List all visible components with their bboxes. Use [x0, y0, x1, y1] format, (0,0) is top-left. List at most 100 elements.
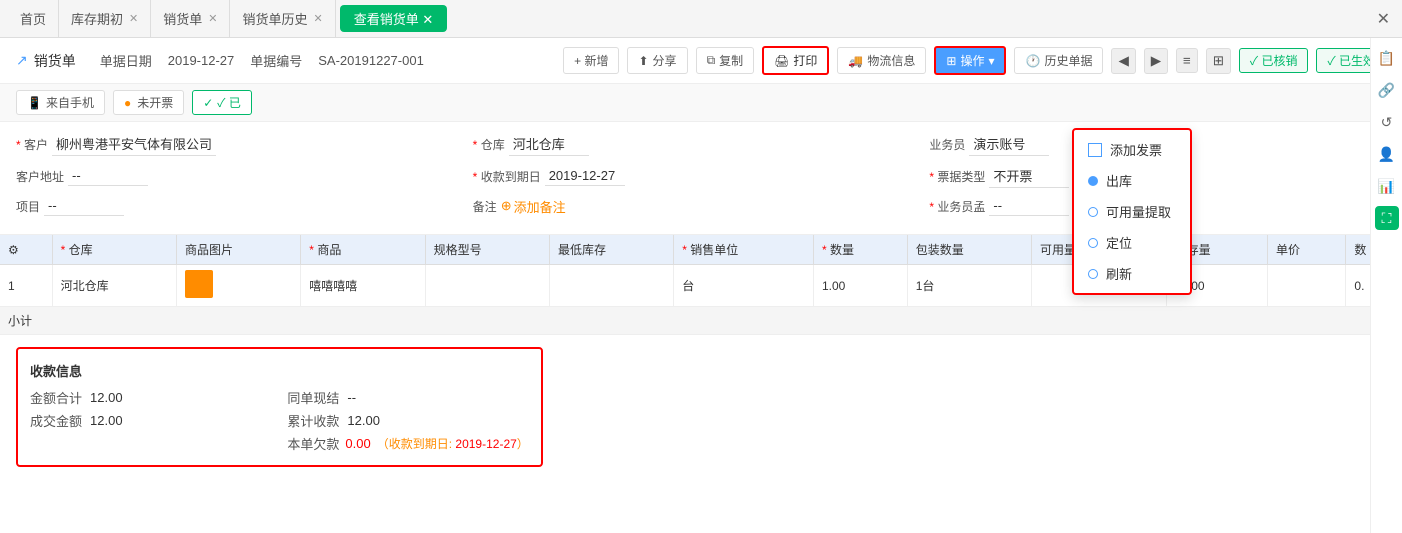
col-qty: 数量	[813, 235, 907, 265]
logistics-button[interactable]: 🚚 物流信息	[837, 47, 926, 74]
print-icon: 🖨	[774, 54, 789, 68]
operate-button[interactable]: ⊞ 操作 ▾	[934, 46, 1006, 75]
amount-total-label: 金额合计	[30, 388, 82, 407]
right-sidebar: 📋 🔗 ↺ 👤 📊 ⛶	[1370, 38, 1402, 533]
refresh-icon	[1088, 269, 1098, 279]
sidebar-chart-icon[interactable]: 📊	[1375, 174, 1399, 198]
sidebar-clipboard-icon[interactable]: 📋	[1375, 46, 1399, 70]
this-due-label: 本单欠款	[287, 434, 339, 453]
close-tab-sales[interactable]: ✕	[208, 12, 217, 25]
col-min-stock: 最低库存	[549, 235, 673, 265]
doc-header: ↗ 销货单 单据日期 2019-12-27 单据编号 SA-20191227-0…	[0, 38, 1402, 84]
staff-value: 演示账号	[969, 132, 1049, 156]
dropdown-out-warehouse[interactable]: 出库	[1074, 165, 1190, 196]
next-button[interactable]: ▶	[1144, 48, 1168, 74]
phone-icon: 📱	[27, 96, 42, 110]
add-invoice-icon	[1088, 143, 1102, 157]
amount-total-value: 12.00	[90, 390, 123, 405]
copy-button[interactable]: ⧉ 复制	[696, 47, 755, 74]
doc-no-label: 单据编号	[250, 51, 302, 70]
doc-date-label: 单据日期	[100, 51, 152, 70]
ticket-value: 不开票	[989, 164, 1069, 188]
toolbar: + 新增 ⬆ 分享 ⧉ 复制 🖨 打印 🚚 物流信息 ⊞ 操作 ▾	[563, 46, 1386, 75]
dropdown-available-qty[interactable]: 可用量提取	[1074, 196, 1190, 227]
accumulated-row: 累计收款 12.00	[287, 411, 528, 430]
customer-field: 客户 柳州粤港平安气体有限公司	[16, 132, 473, 156]
row-img	[176, 265, 300, 307]
sidebar-link-icon[interactable]: 🔗	[1375, 78, 1399, 102]
tab-check-sales[interactable]: 查看销货单 ✕	[340, 5, 448, 32]
address-label: 客户地址	[16, 168, 64, 185]
same-order-value: --	[347, 390, 356, 405]
from-phone-button[interactable]: 📱 来自手机	[16, 90, 105, 115]
row-pkg-qty: 1台	[907, 265, 1031, 307]
grid-view-button[interactable]: ⊞	[1206, 48, 1231, 74]
doc-date-value: 2019-12-27	[168, 53, 235, 68]
subtotal-label: 小计	[0, 307, 1402, 335]
print-button[interactable]: 🖨 打印	[762, 46, 829, 75]
amount-total-row: 金额合计 12.00	[30, 388, 271, 407]
status-sold-badge: ✓ 已核销	[1239, 48, 1309, 73]
dropdown-add-invoice[interactable]: 添加发票	[1074, 134, 1190, 165]
new-button[interactable]: + 新增	[563, 47, 619, 74]
ticket-label: 票据类型	[929, 168, 985, 185]
prev-button[interactable]: ◀	[1111, 48, 1135, 74]
col-img: 商品图片	[176, 235, 300, 265]
sidebar-rotate-icon[interactable]: ↺	[1375, 110, 1399, 134]
action-bar: 📱 来自手机 未开票 ✓ 已	[0, 84, 1402, 122]
col-price: 单价	[1267, 235, 1345, 265]
operate-dropdown: 添加发票 出库 可用量提取 定位 刷新	[1072, 128, 1192, 295]
note-label: 备注	[473, 198, 497, 215]
copy-icon: ⧉	[707, 53, 716, 68]
dropdown-refresh[interactable]: 刷新	[1074, 258, 1190, 289]
project-field: 项目 --	[16, 196, 473, 216]
tab-sales-history[interactable]: 销货单历史 ✕	[230, 0, 335, 37]
close-tab-history[interactable]: ✕	[314, 12, 323, 25]
due-date-label: 收款到期日	[473, 168, 541, 185]
this-due-note: （收款到期日: 2019-12-27）	[377, 435, 529, 452]
col-settings[interactable]: ⚙	[0, 235, 52, 265]
transaction-label: 成交金额	[30, 411, 82, 430]
row-warehouse: 河北仓库	[52, 265, 176, 307]
note-field[interactable]: 备注 添加备注	[473, 197, 930, 216]
staff-label: 业务员	[929, 136, 965, 153]
add-note-button[interactable]: 添加备注	[501, 197, 566, 216]
staff2-value: --	[989, 196, 1069, 216]
list-view-button[interactable]: ≡	[1176, 48, 1198, 73]
sidebar-expand-icon[interactable]: ⛶	[1375, 206, 1399, 230]
truck-icon: 🚚	[848, 54, 863, 68]
row-price	[1267, 265, 1345, 307]
close-tab-inventory[interactable]: ✕	[129, 12, 138, 25]
dropdown-locate[interactable]: 定位	[1074, 227, 1190, 258]
share-icon: ⬆	[638, 54, 648, 68]
same-order-label: 同单现结	[287, 388, 339, 407]
accumulated-value: 12.00	[347, 413, 380, 428]
tab-sales-order[interactable]: 销货单 ✕	[151, 0, 230, 37]
not-opened-button[interactable]: 未开票	[113, 90, 184, 115]
staff2-label: 业务员孟	[929, 198, 985, 215]
due-date-value: 2019-12-27	[545, 166, 625, 186]
customer-label: 客户	[16, 136, 48, 153]
close-tab-check[interactable]: ✕	[422, 12, 433, 27]
doc-meta: 单据日期 2019-12-27 单据编号 SA-20191227-001	[100, 51, 424, 70]
this-due-date: 2019-12-27	[455, 437, 516, 451]
col-product: 商品	[301, 235, 425, 265]
tab-bar: 首页 库存期初 ✕ 销货单 ✕ 销货单历史 ✕ 查看销货单 ✕ ✕	[0, 0, 1402, 38]
sales-order-icon: ↗	[16, 52, 28, 69]
transaction-value: 12.00	[90, 413, 123, 428]
main-content: ↗ 销货单 单据日期 2019-12-27 单据编号 SA-20191227-0…	[0, 38, 1402, 533]
tab-home[interactable]: 首页	[8, 0, 59, 37]
window-close-icon[interactable]: ✕	[1377, 9, 1390, 29]
confirm-button[interactable]: ✓ 已	[192, 90, 252, 115]
dropdown-arrow-icon: ▾	[988, 54, 994, 68]
out-warehouse-icon	[1088, 176, 1098, 186]
tab-inventory-init[interactable]: 库存期初 ✕	[59, 0, 151, 37]
history-icon: 🕐	[1025, 54, 1040, 68]
available-qty-icon	[1088, 207, 1098, 217]
doc-no-value: SA-20191227-001	[318, 53, 424, 68]
summary-wrapper: 收款信息 金额合计 12.00 同单现结 -- 成交金额 12.00 累计收款 …	[0, 335, 1402, 475]
history-button[interactable]: 🕐 历史单据	[1014, 47, 1103, 74]
share-button[interactable]: ⬆ 分享	[627, 47, 687, 74]
sidebar-user-icon[interactable]: 👤	[1375, 142, 1399, 166]
address-field: 客户地址 --	[16, 166, 473, 186]
